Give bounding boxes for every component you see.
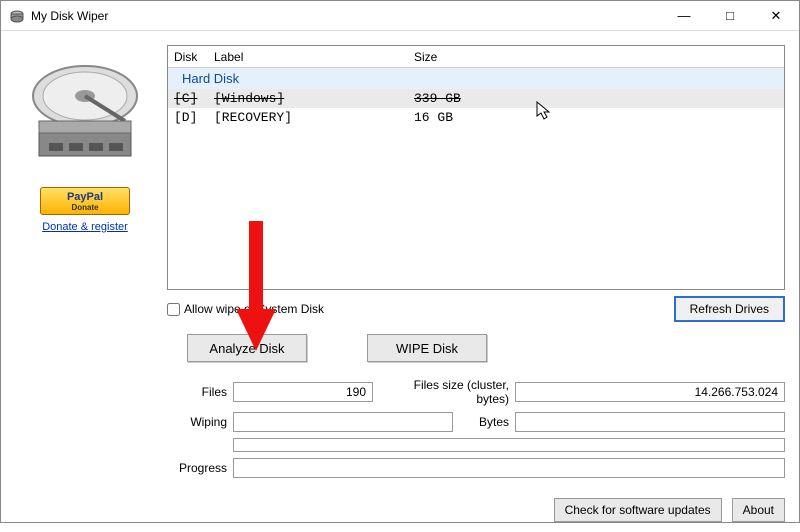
paypal-subtext: Donate	[71, 203, 98, 212]
stats-panel: Files 190 Files size (cluster, bytes) 14…	[167, 378, 785, 478]
window-title: My Disk Wiper	[31, 9, 661, 23]
about-button[interactable]: About	[732, 498, 785, 522]
allow-wipe-checkbox-label[interactable]: Allow wipe of System Disk	[167, 302, 324, 316]
allow-wipe-checkbox[interactable]	[167, 303, 180, 316]
list-group[interactable]: Hard Disk	[168, 68, 784, 89]
action-buttons-row: Analyze Disk WIPE Disk	[167, 334, 785, 362]
list-header: Disk Label Size	[168, 46, 784, 68]
app-window: My Disk Wiper — □ ✕	[0, 0, 800, 523]
main-panel: Disk Label Size Hard Disk [C] [Windows] …	[167, 45, 785, 478]
window-controls: — □ ✕	[661, 1, 799, 31]
minimize-button[interactable]: —	[661, 1, 707, 31]
close-button[interactable]: ✕	[753, 1, 799, 31]
row-disk: [C]	[174, 91, 214, 106]
check-updates-button[interactable]: Check for software updates	[554, 498, 722, 522]
stats-row-files: Files 190 Files size (cluster, bytes) 14…	[167, 378, 785, 406]
row-disk: [D]	[174, 110, 214, 125]
stats-row-progress: Progress	[167, 458, 785, 478]
progress-label: Progress	[167, 461, 227, 475]
header-size[interactable]: Size	[414, 50, 784, 64]
refresh-drives-button[interactable]: Refresh Drives	[674, 296, 785, 322]
wiping-value	[233, 412, 453, 432]
progress-bar	[233, 458, 785, 478]
row-label: [Windows]	[214, 91, 414, 106]
row-size: 339 GB	[414, 91, 778, 106]
list-row[interactable]: [C] [Windows] 339 GB	[168, 89, 784, 108]
filesize-value: 14.266.753.024	[515, 382, 785, 402]
disk-list[interactable]: Disk Label Size Hard Disk [C] [Windows] …	[167, 45, 785, 290]
list-options-row: Allow wipe of System Disk Refresh Drives	[167, 296, 785, 322]
files-label: Files	[167, 385, 227, 399]
content-area: PayPal Donate Donate & register Disk Lab…	[1, 31, 799, 492]
files-value: 190	[233, 382, 373, 402]
hard-disk-image	[25, 51, 145, 171]
list-row[interactable]: [D] [RECOVERY] 16 GB	[168, 108, 784, 127]
titlebar: My Disk Wiper — □ ✕	[1, 1, 799, 31]
app-icon	[9, 8, 25, 24]
bytes-label: Bytes	[459, 415, 509, 429]
row-label: [RECOVERY]	[214, 110, 414, 125]
sidebar: PayPal Donate Donate & register	[15, 45, 155, 478]
analyze-disk-button[interactable]: Analyze Disk	[187, 334, 307, 362]
donate-register-link[interactable]: Donate & register	[42, 221, 128, 233]
wipe-disk-button[interactable]: WIPE Disk	[367, 334, 487, 362]
footer: Check for software updates About	[1, 492, 799, 532]
header-label[interactable]: Label	[214, 50, 414, 64]
allow-wipe-text: Allow wipe of System Disk	[184, 302, 324, 316]
filesize-label: Files size (cluster, bytes)	[379, 378, 509, 406]
wiping-label: Wiping	[167, 415, 227, 429]
maximize-button[interactable]: □	[707, 1, 753, 31]
stats-row-wiping-bar	[167, 438, 785, 452]
bytes-value	[515, 412, 785, 432]
header-disk[interactable]: Disk	[174, 50, 214, 64]
paypal-donate-button[interactable]: PayPal Donate	[40, 187, 130, 215]
row-size: 16 GB	[414, 110, 778, 125]
wiping-progress-bar	[233, 438, 785, 452]
paypal-text: PayPal	[67, 191, 103, 203]
stats-row-wiping: Wiping Bytes	[167, 412, 785, 432]
